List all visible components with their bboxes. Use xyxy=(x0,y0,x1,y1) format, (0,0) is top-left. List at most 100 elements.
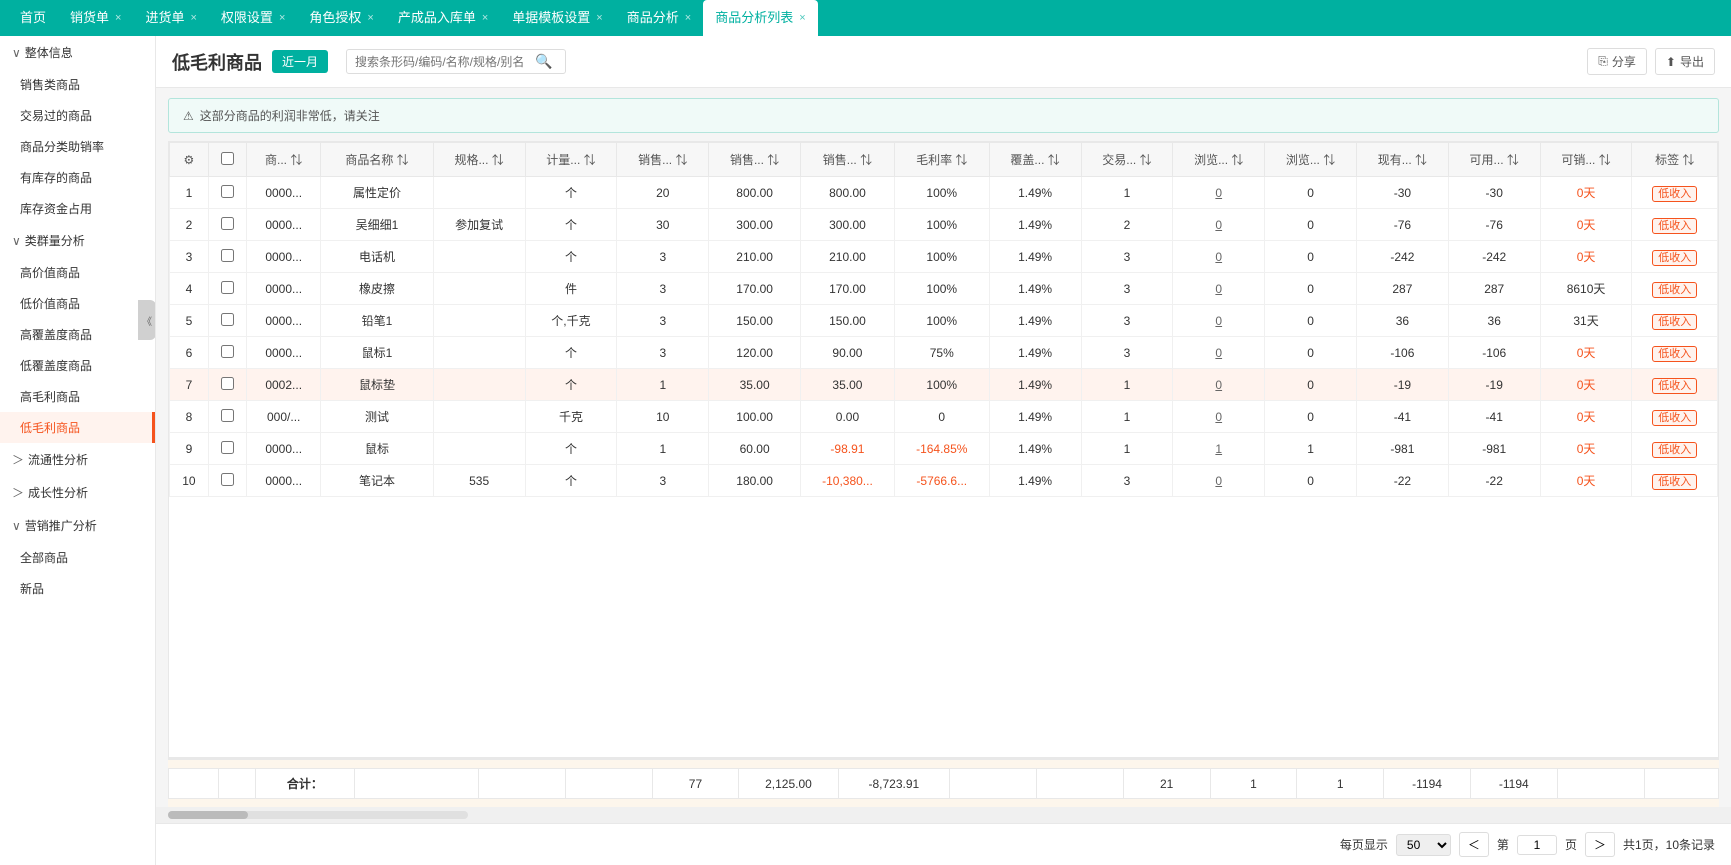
row-available: -22 xyxy=(1448,465,1540,497)
row-browse1[interactable]: 0 xyxy=(1173,305,1265,337)
sidebar-item-sales-products[interactable]: 销售类商品 xyxy=(0,69,155,100)
scroll-thumb xyxy=(168,811,248,819)
page-size-select[interactable]: 50 10 20 100 xyxy=(1396,834,1451,856)
select-all-checkbox[interactable] xyxy=(221,152,234,165)
sidebar-item-high-coverage[interactable]: 高覆盖度商品 xyxy=(0,319,155,350)
sidebar-section-overall: ∨ 整体信息 销售类商品 交易过的商品 商品分类助销率 有库存的商品 库存资金占… xyxy=(0,36,155,224)
col-checkbox[interactable] xyxy=(208,143,246,177)
row-checkbox[interactable] xyxy=(208,465,246,497)
next-page-button[interactable]: ＞ xyxy=(1585,832,1615,857)
col-name[interactable]: 商品名称 ⇅ xyxy=(321,143,433,177)
nav-templates-close[interactable]: × xyxy=(596,0,602,36)
col-coverage[interactable]: 覆盖... ⇅ xyxy=(989,143,1081,177)
col-sales-profit[interactable]: 销售... ⇅ xyxy=(801,143,895,177)
row-browse1[interactable]: 1 xyxy=(1173,433,1265,465)
nav-templates[interactable]: 单据模板设置 × xyxy=(500,0,614,36)
row-browse2: 0 xyxy=(1265,337,1357,369)
row-browse1[interactable]: 0 xyxy=(1173,337,1265,369)
export-button[interactable]: ⬆ 导出 xyxy=(1655,48,1715,75)
notice-icon: ⚠ xyxy=(183,109,194,123)
row-browse1[interactable]: 0 xyxy=(1173,273,1265,305)
col-settings[interactable]: ⚙ xyxy=(170,143,209,177)
row-browse1[interactable]: 0 xyxy=(1173,465,1265,497)
col-browse2[interactable]: 浏览... ⇅ xyxy=(1265,143,1357,177)
sidebar-section-flow-title[interactable]: ＞ 流通性分析 xyxy=(0,443,155,476)
nav-product-analysis[interactable]: 商品分析 × xyxy=(615,0,703,36)
sidebar-item-traded-products[interactable]: 交易过的商品 xyxy=(0,100,155,131)
horizontal-scrollbar[interactable] xyxy=(168,811,468,819)
row-coverage: 1.49% xyxy=(989,401,1081,433)
sidebar-item-high-margin[interactable]: 高毛利商品 xyxy=(0,381,155,412)
nav-product-analysis-list-close[interactable]: × xyxy=(799,0,805,36)
nav-permissions-close[interactable]: × xyxy=(279,0,285,36)
search-input[interactable] xyxy=(355,55,535,69)
col-trade-count[interactable]: 交易... ⇅ xyxy=(1081,143,1173,177)
nav-permissions[interactable]: 权限设置 × xyxy=(209,0,297,36)
col-available[interactable]: 可用... ⇅ xyxy=(1448,143,1540,177)
col-sales-price[interactable]: 销售... ⇅ xyxy=(709,143,801,177)
sidebar-item-new-products[interactable]: 新品 xyxy=(0,573,155,604)
sidebar-item-category-sales[interactable]: 商品分类助销率 xyxy=(0,131,155,162)
sidebar-section-marketing-title[interactable]: ∨ 营销推广分析 xyxy=(0,509,155,542)
prev-page-button[interactable]: ＜ xyxy=(1459,832,1489,857)
row-saleable: 0天 xyxy=(1540,433,1632,465)
row-checkbox[interactable] xyxy=(208,177,246,209)
row-available: -242 xyxy=(1448,241,1540,273)
row-checkbox[interactable] xyxy=(208,305,246,337)
nav-purchase-order-close[interactable]: × xyxy=(190,0,196,36)
sidebar-item-capital[interactable]: 库存资金占用 xyxy=(0,193,155,224)
sidebar-section-growth-title[interactable]: ＞ 成长性分析 xyxy=(0,476,155,509)
sidebar-item-low-coverage[interactable]: 低覆盖度商品 xyxy=(0,350,155,381)
sidebar-item-low-value[interactable]: 低价值商品 xyxy=(0,288,155,319)
col-code[interactable]: 商... ⇅ xyxy=(247,143,321,177)
period-button[interactable]: 近一月 xyxy=(272,50,328,73)
sidebar-section-group-title[interactable]: ∨ 类群量分析 xyxy=(0,224,155,257)
row-checkbox[interactable] xyxy=(208,337,246,369)
row-browse1[interactable]: 0 xyxy=(1173,209,1265,241)
sidebar-collapse-button[interactable]: 《 xyxy=(138,300,156,340)
sidebar-item-stocked-products[interactable]: 有库存的商品 xyxy=(0,162,155,193)
sidebar-section-overall-title[interactable]: ∨ 整体信息 xyxy=(0,36,155,69)
sidebar-item-low-margin[interactable]: 低毛利商品 xyxy=(0,412,155,443)
col-tag[interactable]: 标签 ⇅ xyxy=(1632,143,1718,177)
row-checkbox[interactable] xyxy=(208,401,246,433)
nav-home[interactable]: 首页 xyxy=(8,0,58,36)
row-checkbox[interactable] xyxy=(208,273,246,305)
row-checkbox[interactable] xyxy=(208,369,246,401)
row-checkbox[interactable] xyxy=(208,241,246,273)
row-sales-price: 60.00 xyxy=(709,433,801,465)
nav-products-warehouse-close[interactable]: × xyxy=(482,0,488,36)
sidebar-item-all-products[interactable]: 全部商品 xyxy=(0,542,155,573)
nav-product-analysis-list[interactable]: 商品分析列表 × xyxy=(703,0,817,36)
nav-product-analysis-close[interactable]: × xyxy=(685,0,691,36)
sidebar-item-high-value[interactable]: 高价值商品 xyxy=(0,257,155,288)
share-button[interactable]: ⎘ 分享 xyxy=(1587,48,1647,75)
page-number-input[interactable] xyxy=(1517,835,1557,855)
row-browse1[interactable]: 0 xyxy=(1173,401,1265,433)
col-unit[interactable]: 计量... ⇅ xyxy=(525,143,617,177)
nav-products-warehouse[interactable]: 产成品入库单 × xyxy=(386,0,500,36)
nav-sales-order[interactable]: 销货单 × xyxy=(58,0,133,36)
row-name: 电话机 xyxy=(321,241,433,273)
row-checkbox[interactable] xyxy=(208,433,246,465)
nav-sales-order-close[interactable]: × xyxy=(115,0,121,36)
col-saleable[interactable]: 可销... ⇅ xyxy=(1540,143,1632,177)
row-browse1[interactable]: 0 xyxy=(1173,177,1265,209)
col-sales-count[interactable]: 销售... ⇅ xyxy=(617,143,709,177)
col-current-stock[interactable]: 现有... ⇅ xyxy=(1356,143,1448,177)
row-current-stock: 36 xyxy=(1356,305,1448,337)
row-sales-profit: 210.00 xyxy=(801,241,895,273)
nav-purchase-order[interactable]: 进货单 × xyxy=(133,0,208,36)
row-checkbox[interactable] xyxy=(208,209,246,241)
search-icon[interactable]: 🔍 xyxy=(535,53,552,70)
nav-roles[interactable]: 角色授权 × xyxy=(297,0,385,36)
table-row: 3 0000... 电话机 个 3 210.00 210.00 100% 1.4… xyxy=(170,241,1718,273)
sidebar-section-marketing: ∨ 营销推广分析 全部商品 新品 xyxy=(0,509,155,604)
nav-roles-close[interactable]: × xyxy=(367,0,373,36)
col-gross-rate[interactable]: 毛利率 ⇅ xyxy=(894,143,989,177)
col-browse1[interactable]: 浏览... ⇅ xyxy=(1173,143,1265,177)
row-browse1[interactable]: 0 xyxy=(1173,241,1265,273)
row-gross-rate: 100% xyxy=(894,209,989,241)
row-browse1[interactable]: 0 xyxy=(1173,369,1265,401)
col-spec[interactable]: 规格... ⇅ xyxy=(433,143,525,177)
